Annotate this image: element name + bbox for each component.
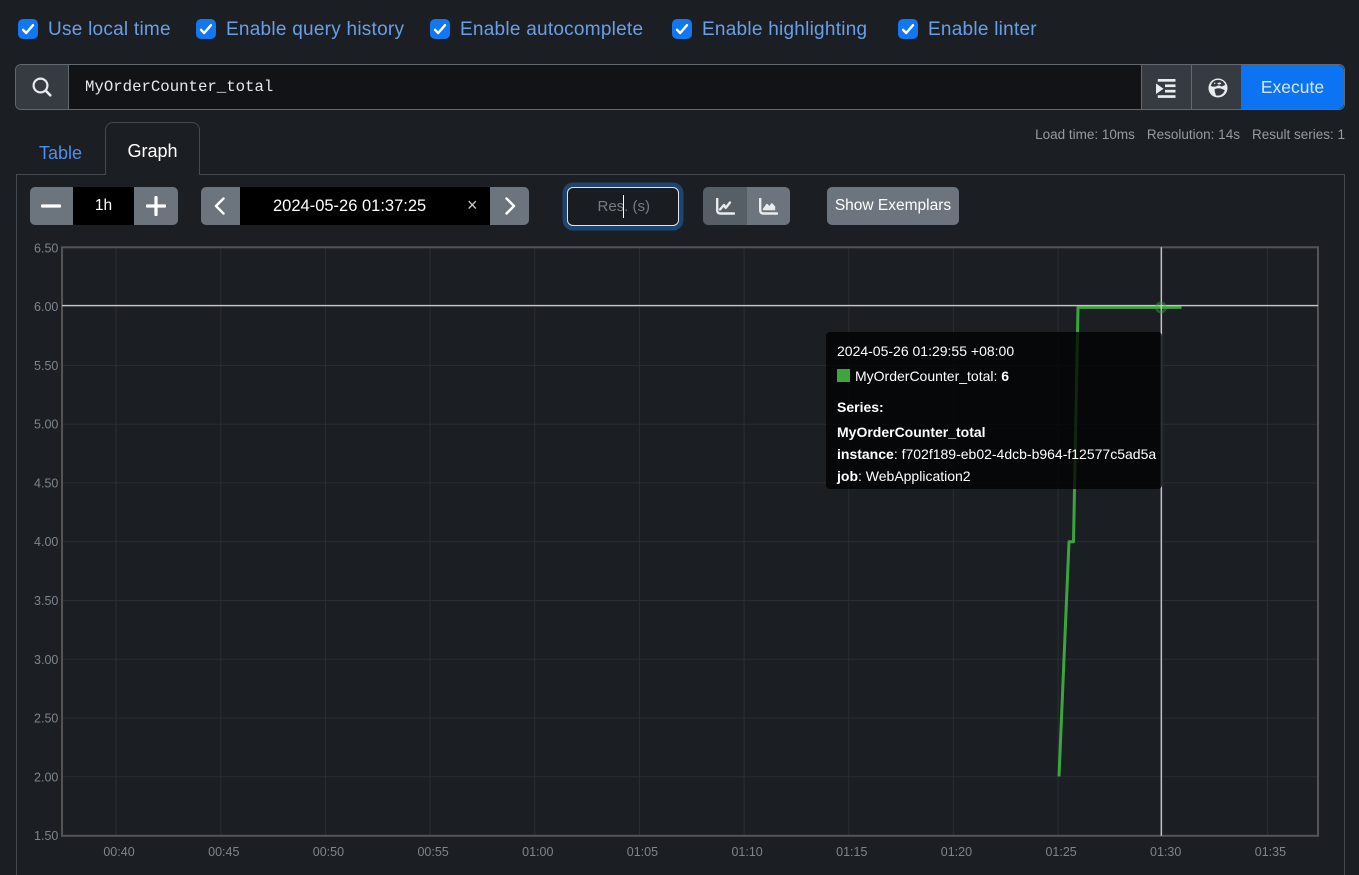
svg-text:00:55: 00:55 xyxy=(417,845,448,859)
svg-text:5.50: 5.50 xyxy=(34,359,58,373)
svg-text:2.00: 2.00 xyxy=(34,770,58,784)
svg-text:5.00: 5.00 xyxy=(34,418,58,432)
svg-text:01:35: 01:35 xyxy=(1255,845,1286,859)
svg-text:00:45: 00:45 xyxy=(208,845,239,859)
svg-text:6.00: 6.00 xyxy=(34,300,58,314)
svg-text:4.50: 4.50 xyxy=(34,476,58,490)
svg-text:01:30: 01:30 xyxy=(1150,845,1181,859)
svg-text:2.50: 2.50 xyxy=(34,712,58,726)
svg-text:6.50: 6.50 xyxy=(34,242,58,256)
svg-text:1.50: 1.50 xyxy=(34,829,58,843)
svg-text:3.50: 3.50 xyxy=(34,594,58,608)
svg-text:01:10: 01:10 xyxy=(731,845,762,859)
svg-text:00:40: 00:40 xyxy=(103,845,134,859)
svg-text:01:05: 01:05 xyxy=(627,845,658,859)
svg-text:4.00: 4.00 xyxy=(34,535,58,549)
svg-text:01:20: 01:20 xyxy=(941,845,972,859)
svg-text:00:50: 00:50 xyxy=(313,845,344,859)
svg-text:01:15: 01:15 xyxy=(836,845,867,859)
svg-text:3.00: 3.00 xyxy=(34,653,58,667)
svg-text:01:25: 01:25 xyxy=(1045,845,1076,859)
svg-text:01:00: 01:00 xyxy=(522,845,553,859)
